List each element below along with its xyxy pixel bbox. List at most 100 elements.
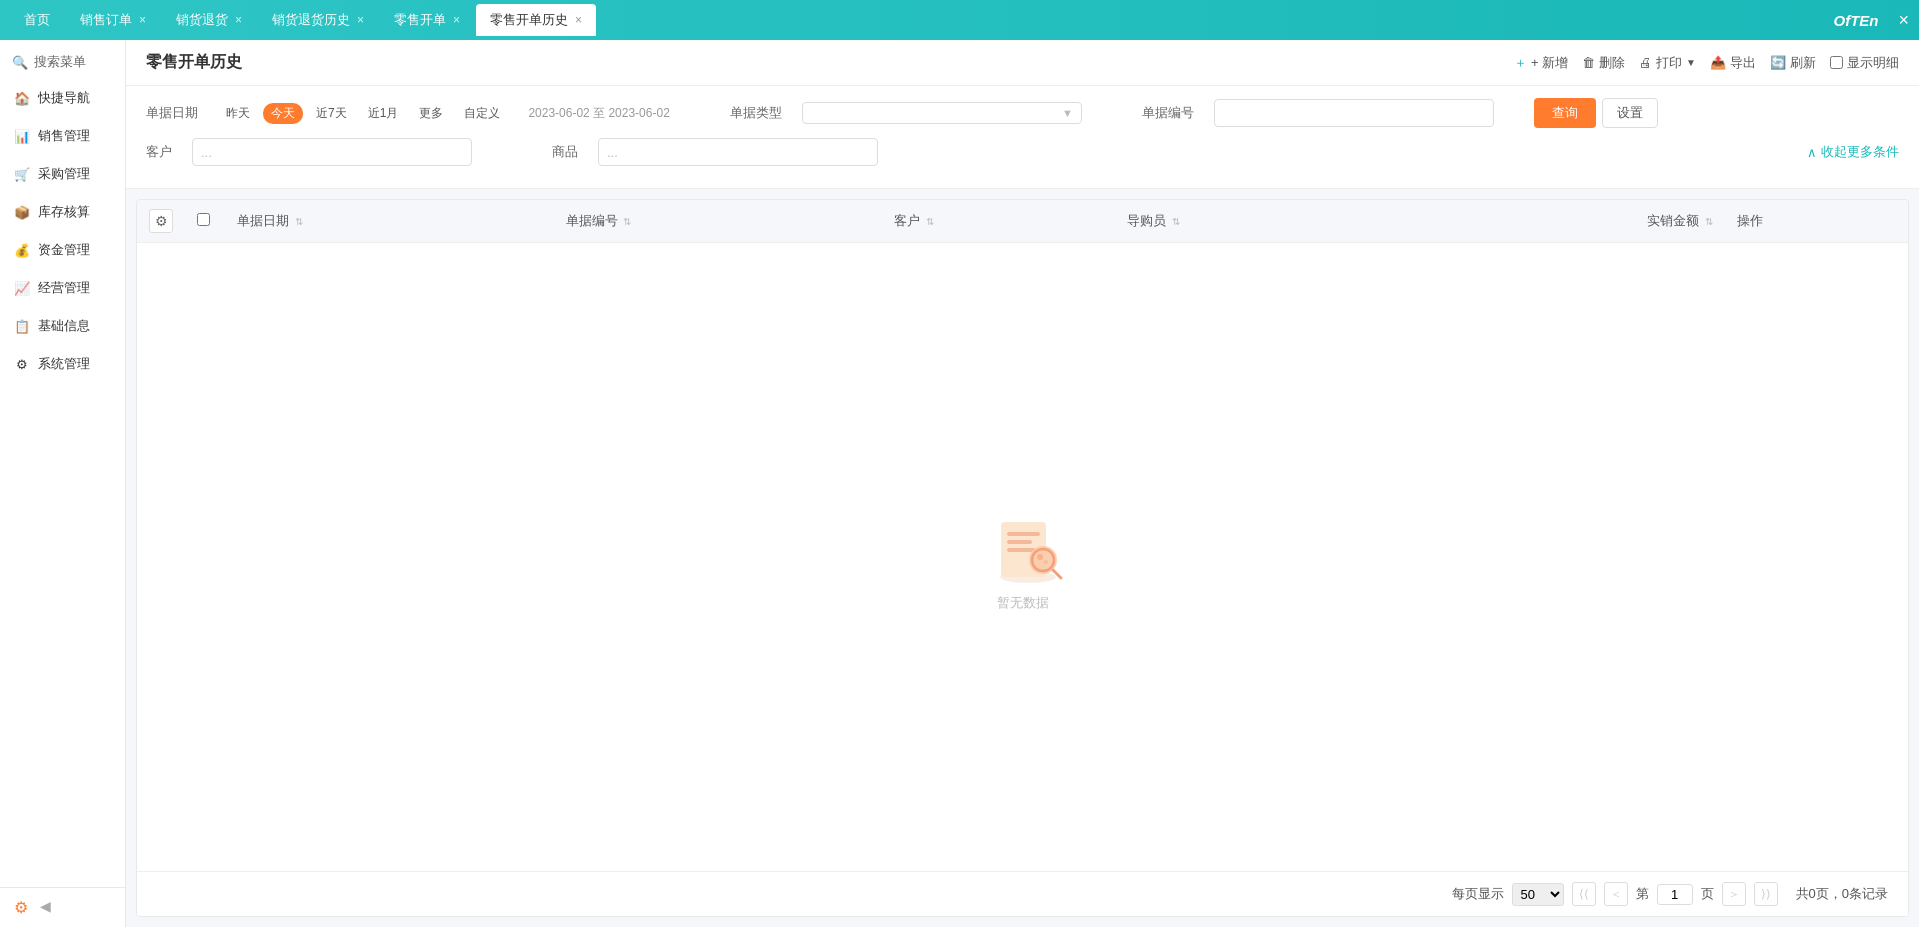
date-buttons: 昨天 今天 近7天 近1月 更多 自定义 bbox=[218, 103, 508, 124]
chevron-down-icon: ▼ bbox=[1062, 107, 1073, 119]
th-guide[interactable]: 导购员 ⇅ bbox=[1115, 200, 1396, 243]
sidebar-bottom: ⚙ ◀ bbox=[0, 887, 125, 927]
print-button[interactable]: 🖨 打印 ▼ bbox=[1639, 54, 1696, 72]
sidebar-item-quicknav[interactable]: 🏠 快捷导航 bbox=[0, 79, 125, 117]
refresh-button[interactable]: 🔄 刷新 bbox=[1770, 54, 1816, 72]
customer-input[interactable]: ... bbox=[192, 138, 472, 166]
tab-close-sales-order[interactable]: × bbox=[139, 13, 146, 27]
select-all-checkbox[interactable] bbox=[197, 213, 210, 226]
date-btn-1month[interactable]: 近1月 bbox=[360, 103, 407, 124]
top-bar: 首页 销售订单 × 销货退货 × 销货退货历史 × 零售开单 × 零售开单历史 … bbox=[0, 0, 1919, 40]
settings-gear-icon[interactable]: ⚙ bbox=[14, 898, 28, 917]
per-page-select[interactable]: 50 100 200 bbox=[1512, 883, 1564, 906]
sort-guide-icon: ⇅ bbox=[1172, 216, 1180, 227]
empty-illustration bbox=[983, 502, 1063, 582]
first-page-button[interactable]: ⟨⟨ bbox=[1572, 882, 1596, 906]
page-header: 零售开单历史 ＋ + 新增 🗑 删除 🖨 打印 ▼ 📤 导出 bbox=[126, 40, 1919, 86]
sidebar-item-sales[interactable]: 📊 销售管理 bbox=[0, 117, 125, 155]
tab-sales-order[interactable]: 销售订单 × bbox=[66, 4, 160, 36]
page-label: 第 bbox=[1636, 885, 1649, 903]
th-settings[interactable]: ⚙ bbox=[137, 200, 185, 243]
refresh-icon: 🔄 bbox=[1770, 55, 1786, 70]
last-page-button[interactable]: ⟩⟩ bbox=[1754, 882, 1778, 906]
sidebar-item-label-operations: 经营管理 bbox=[38, 279, 90, 297]
next-page-button[interactable]: ＞ bbox=[1722, 882, 1746, 906]
th-amount[interactable]: 实销金额 ⇅ bbox=[1396, 200, 1725, 243]
type-label: 单据类型 bbox=[730, 104, 782, 122]
delete-button[interactable]: 🗑 删除 bbox=[1582, 54, 1625, 72]
sidebar-collapse-icon[interactable]: ◀ bbox=[40, 898, 51, 917]
th-checkbox[interactable] bbox=[185, 200, 225, 243]
th-customer[interactable]: 客户 ⇅ bbox=[882, 200, 1115, 243]
prev-page-button[interactable]: ＜ bbox=[1604, 882, 1628, 906]
print-icon: 🖨 bbox=[1639, 55, 1652, 70]
page-title: 零售开单历史 bbox=[146, 52, 242, 73]
tab-sales-return[interactable]: 销货退货 × bbox=[162, 4, 256, 36]
sidebar-item-finance[interactable]: 💰 资金管理 bbox=[0, 231, 125, 269]
main-layout: 🔍 搜索菜单 🏠 快捷导航 📊 销售管理 🛒 采购管理 📦 库存核算 💰 资金管… bbox=[0, 40, 1919, 927]
tab-sales-return-history[interactable]: 销货退货历史 × bbox=[258, 4, 378, 36]
date-btn-more[interactable]: 更多 bbox=[411, 103, 451, 124]
sidebar-item-system[interactable]: ⚙ 系统管理 bbox=[0, 345, 125, 383]
date-btn-today[interactable]: 今天 bbox=[263, 103, 303, 124]
display-detail-button[interactable]: 显示明细 bbox=[1830, 54, 1899, 72]
sidebar-item-basic-info[interactable]: 📋 基础信息 bbox=[0, 307, 125, 345]
sales-icon: 📊 bbox=[14, 128, 30, 144]
svg-rect-2 bbox=[1007, 532, 1040, 536]
sidebar-item-purchase[interactable]: 🛒 采购管理 bbox=[0, 155, 125, 193]
sidebar: 🔍 搜索菜单 🏠 快捷导航 📊 销售管理 🛒 采购管理 📦 库存核算 💰 资金管… bbox=[0, 40, 126, 927]
pagination-bar: 每页显示 50 100 200 ⟨⟨ ＜ 第 页 ＞ ⟩⟩ 共0页，0条记录 bbox=[137, 871, 1908, 916]
brand-logo: OfTEn bbox=[1833, 12, 1878, 29]
page-number-input[interactable] bbox=[1657, 884, 1693, 905]
content-area: 零售开单历史 ＋ + 新增 🗑 删除 🖨 打印 ▼ 📤 导出 bbox=[126, 40, 1919, 927]
sort-amount-icon: ⇅ bbox=[1705, 216, 1713, 227]
search-icon: 🔍 bbox=[12, 55, 28, 70]
sidebar-item-inventory[interactable]: 📦 库存核算 bbox=[0, 193, 125, 231]
goods-input[interactable]: ... bbox=[598, 138, 878, 166]
tab-close-sales-return[interactable]: × bbox=[235, 13, 242, 27]
tab-close-retail-order[interactable]: × bbox=[453, 13, 460, 27]
page-suffix: 页 bbox=[1701, 885, 1714, 903]
toolbar: ＋ + 新增 🗑 删除 🖨 打印 ▼ 📤 导出 🔄 bbox=[1514, 54, 1899, 72]
svg-point-9 bbox=[1044, 560, 1048, 564]
sidebar-search-label: 搜索菜单 bbox=[34, 53, 86, 71]
svg-rect-4 bbox=[1007, 548, 1036, 552]
collapse-arrow-icon: ∧ bbox=[1807, 145, 1817, 160]
collapse-button[interactable]: ∧ 收起更多条件 bbox=[1807, 143, 1899, 161]
date-btn-yesterday[interactable]: 昨天 bbox=[218, 103, 258, 124]
tab-close-retail-order-history[interactable]: × bbox=[575, 13, 582, 27]
query-button[interactable]: 查询 bbox=[1534, 98, 1596, 128]
basic-info-icon: 📋 bbox=[14, 318, 30, 334]
th-date[interactable]: 单据日期 ⇅ bbox=[225, 200, 554, 243]
sort-date-icon: ⇅ bbox=[295, 216, 303, 227]
sidebar-item-label-purchase: 采购管理 bbox=[38, 165, 90, 183]
sidebar-item-label-quicknav: 快捷导航 bbox=[38, 89, 90, 107]
sidebar-search[interactable]: 🔍 搜索菜单 bbox=[0, 45, 125, 79]
export-button[interactable]: 📤 导出 bbox=[1710, 54, 1756, 72]
customer-label: 客户 bbox=[146, 143, 172, 161]
display-detail-checkbox[interactable] bbox=[1830, 56, 1843, 69]
finance-icon: 💰 bbox=[14, 242, 30, 258]
number-label: 单据编号 bbox=[1142, 104, 1194, 122]
window-close-btn[interactable]: × bbox=[1898, 10, 1909, 31]
column-settings-icon[interactable]: ⚙ bbox=[149, 209, 173, 233]
goods-label: 商品 bbox=[552, 143, 578, 161]
number-input[interactable] bbox=[1214, 99, 1494, 127]
operations-icon: 📈 bbox=[14, 280, 30, 296]
type-select[interactable]: ▼ bbox=[802, 102, 1082, 124]
table-header-row: ⚙ 单据日期 ⇅ 单据编号 ⇅ bbox=[137, 200, 1908, 243]
sidebar-item-operations[interactable]: 📈 经营管理 bbox=[0, 269, 125, 307]
tab-close-sales-return-history[interactable]: × bbox=[357, 13, 364, 27]
th-number[interactable]: 单据编号 ⇅ bbox=[554, 200, 883, 243]
tab-retail-order[interactable]: 零售开单 × bbox=[380, 4, 474, 36]
settings-button[interactable]: 设置 bbox=[1602, 98, 1658, 128]
tab-retail-order-history[interactable]: 零售开单历史 × bbox=[476, 4, 596, 36]
sidebar-item-label-basic-info: 基础信息 bbox=[38, 317, 90, 335]
date-btn-7days[interactable]: 近7天 bbox=[308, 103, 355, 124]
svg-point-8 bbox=[1037, 554, 1043, 560]
tab-home[interactable]: 首页 bbox=[10, 6, 64, 34]
add-button[interactable]: ＋ + 新增 bbox=[1514, 54, 1568, 72]
export-icon: 📤 bbox=[1710, 55, 1726, 70]
svg-rect-3 bbox=[1007, 540, 1032, 544]
date-btn-custom[interactable]: 自定义 bbox=[456, 103, 508, 124]
